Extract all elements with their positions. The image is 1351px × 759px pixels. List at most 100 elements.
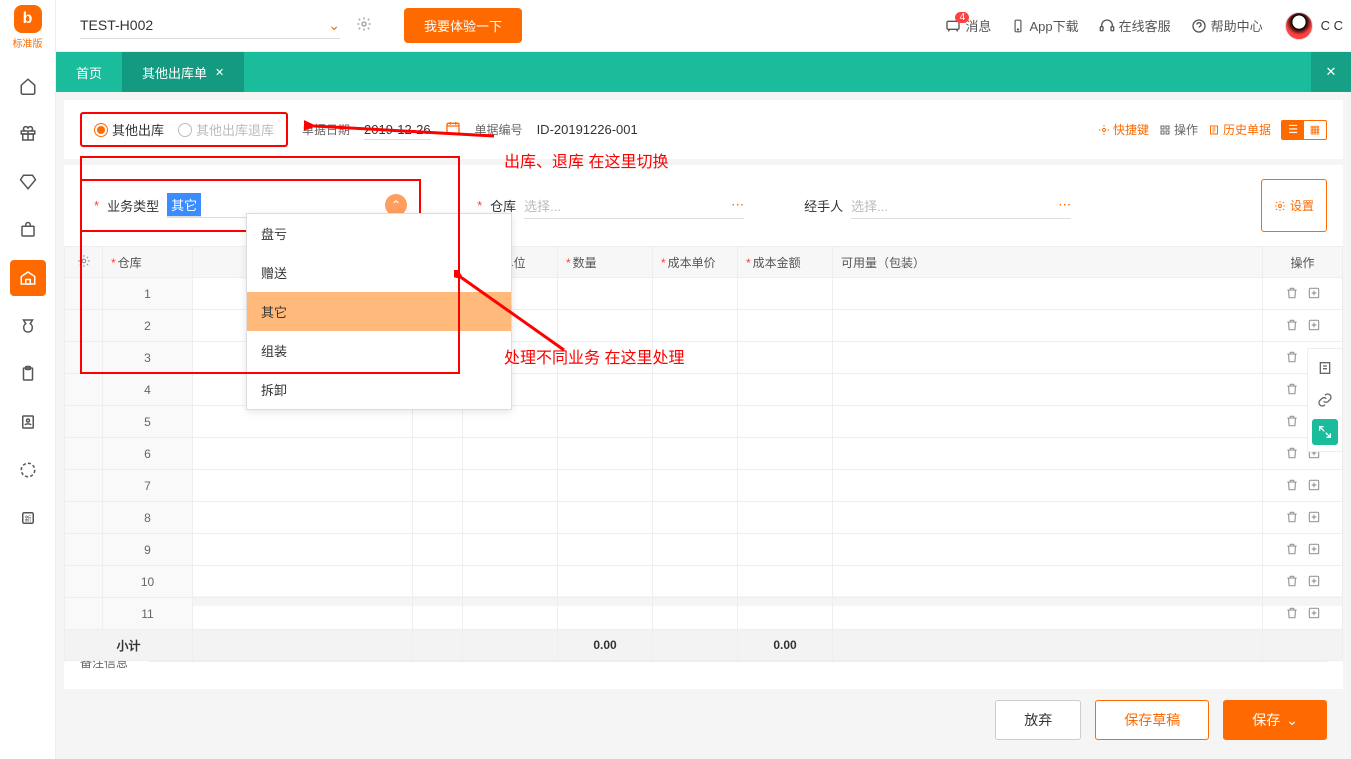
rail-warehouse-icon[interactable] [10, 260, 46, 296]
date-label: 单据日期 [302, 121, 350, 138]
table-row[interactable]: 8 [65, 502, 1343, 534]
messages-label: 消息 [965, 16, 991, 35]
settings-button[interactable]: 设置 [1261, 179, 1327, 232]
radio-return[interactable]: 其他出库退库 [178, 120, 274, 139]
view-list-icon[interactable]: ☰ [1282, 121, 1304, 139]
operate-link[interactable]: 操作 [1159, 121, 1198, 138]
save-draft-button[interactable]: 保存草稿 [1095, 700, 1209, 740]
delete-icon[interactable] [1283, 444, 1301, 462]
rail-money-icon[interactable] [10, 308, 46, 344]
brand-sub: 标准版 [13, 35, 43, 50]
rail-gift-icon[interactable] [10, 116, 46, 152]
tab-home[interactable]: 首页 [56, 52, 122, 92]
rail-clipboard-icon[interactable] [10, 356, 46, 392]
delete-icon[interactable] [1283, 540, 1301, 558]
rail-diamond-icon[interactable] [10, 164, 46, 200]
outbound-radio-group: 其他出库 其他出库退库 [80, 112, 288, 147]
rail-new-icon[interactable]: 新 [10, 500, 46, 536]
tab-current[interactable]: 其他出库单 ✕ [122, 52, 244, 92]
rail-contact-icon[interactable] [10, 404, 46, 440]
view-grid-icon[interactable]: ▦ [1304, 121, 1326, 139]
bill-no-label: 单据编号 [475, 121, 523, 138]
delete-icon[interactable] [1283, 604, 1301, 622]
delete-icon[interactable] [1283, 412, 1301, 430]
delete-icon[interactable] [1283, 508, 1301, 526]
required-star: * [94, 198, 99, 213]
handler-input[interactable]: 选择... ⋯ [851, 193, 1071, 219]
table-row[interactable]: 10 [65, 566, 1343, 598]
tab-row: 首页 其他出库单 ✕ ✕ [56, 52, 1351, 92]
delete-icon[interactable] [1283, 572, 1301, 590]
close-icon[interactable]: ✕ [215, 66, 224, 79]
add-row-icon[interactable] [1305, 508, 1323, 526]
rail-loading-icon[interactable] [10, 452, 46, 488]
warehouse-field: * 仓库 选择... ⋯ [477, 179, 744, 232]
add-row-icon[interactable] [1305, 604, 1323, 622]
help-center-link[interactable]: 帮助中心 [1191, 16, 1263, 35]
project-select[interactable]: TEST-H002 ⌄ [80, 13, 340, 39]
biz-type-value[interactable]: 其它 [167, 193, 201, 217]
table-row[interactable]: 9 [65, 534, 1343, 566]
delete-icon[interactable] [1283, 348, 1301, 366]
right-dock [1307, 348, 1343, 452]
brand-logo-icon: b [14, 5, 42, 33]
discard-button[interactable]: 放弃 [995, 700, 1081, 740]
close-all-tabs-icon[interactable]: ✕ [1311, 52, 1351, 92]
delete-icon[interactable] [1283, 380, 1301, 398]
svg-text:新: 新 [24, 514, 31, 523]
user-name: C C [1321, 18, 1343, 33]
calendar-icon[interactable] [445, 120, 461, 139]
handler-field: 经手人 选择... ⋯ [804, 179, 1071, 232]
dock-link-icon[interactable] [1312, 387, 1338, 413]
table-row[interactable]: 6 [65, 438, 1343, 470]
add-row-icon[interactable] [1305, 316, 1323, 334]
gear-icon[interactable] [356, 16, 372, 35]
radio-off-icon [178, 123, 192, 137]
delete-icon[interactable] [1283, 476, 1301, 494]
project-name: TEST-H002 [80, 17, 153, 33]
dock-note-icon[interactable] [1312, 355, 1338, 381]
dropdown-option[interactable]: 赠送 [247, 253, 511, 292]
messages-badge: 4 [955, 12, 969, 23]
add-row-icon[interactable] [1305, 476, 1323, 494]
online-service-link[interactable]: 在线客服 [1099, 16, 1171, 35]
try-button[interactable]: 我要体验一下 [404, 8, 522, 43]
delete-icon[interactable] [1283, 284, 1301, 302]
warehouse-input[interactable]: 选择... ⋯ [524, 193, 744, 219]
save-button[interactable]: 保存 ⌄ [1223, 700, 1327, 740]
view-toggle: ☰ ▦ [1281, 120, 1327, 140]
gear-col-header[interactable] [65, 247, 103, 278]
radio-outbound[interactable]: 其他出库 [94, 120, 164, 139]
rail-bag-icon[interactable] [10, 212, 46, 248]
dropdown-option[interactable]: 盘亏 [247, 214, 511, 253]
history-link[interactable]: 历史单据 [1208, 121, 1271, 138]
table-row[interactable]: 11 [65, 598, 1343, 630]
messages-link[interactable]: 消息 4 [945, 16, 991, 35]
add-row-icon[interactable] [1305, 572, 1323, 590]
bill-no-value: ID-20191226-001 [537, 122, 638, 137]
avatar[interactable] [1285, 12, 1313, 40]
add-row-icon[interactable] [1305, 540, 1323, 558]
dock-expand-icon[interactable] [1312, 419, 1338, 445]
handler-label: 经手人 [804, 196, 843, 215]
biz-type-dropdown: 盘亏赠送其它组装拆卸 [246, 213, 512, 410]
table-row[interactable]: 5 [65, 406, 1343, 438]
shortcut-link[interactable]: 快捷键 [1098, 121, 1149, 138]
header-card: 其他出库 其他出库退库 单据日期 2019-12-26 单据编号 ID-2019… [64, 100, 1343, 159]
biz-type-label: 业务类型 [107, 196, 159, 215]
dropdown-option[interactable]: 组装 [247, 331, 511, 370]
subtotal-row: 小计 0.00 0.00 [65, 630, 1343, 661]
footer: 放弃 保存草稿 保存 ⌄ [64, 689, 1343, 751]
more-icon[interactable]: ⋯ [1058, 197, 1071, 213]
table-row[interactable]: 7 [65, 470, 1343, 502]
delete-icon[interactable] [1283, 316, 1301, 334]
app-download-link[interactable]: App下载 [1011, 16, 1078, 35]
dropdown-option[interactable]: 拆卸 [247, 370, 511, 409]
rail-home-icon[interactable] [10, 68, 46, 104]
date-value[interactable]: 2019-12-26 [364, 120, 431, 140]
add-row-icon[interactable] [1305, 284, 1323, 302]
chevron-down-icon: ⌄ [328, 17, 340, 34]
chevron-down-icon: ⌄ [1286, 712, 1298, 729]
dropdown-option[interactable]: 其它 [247, 292, 511, 331]
more-icon[interactable]: ⋯ [731, 197, 744, 213]
